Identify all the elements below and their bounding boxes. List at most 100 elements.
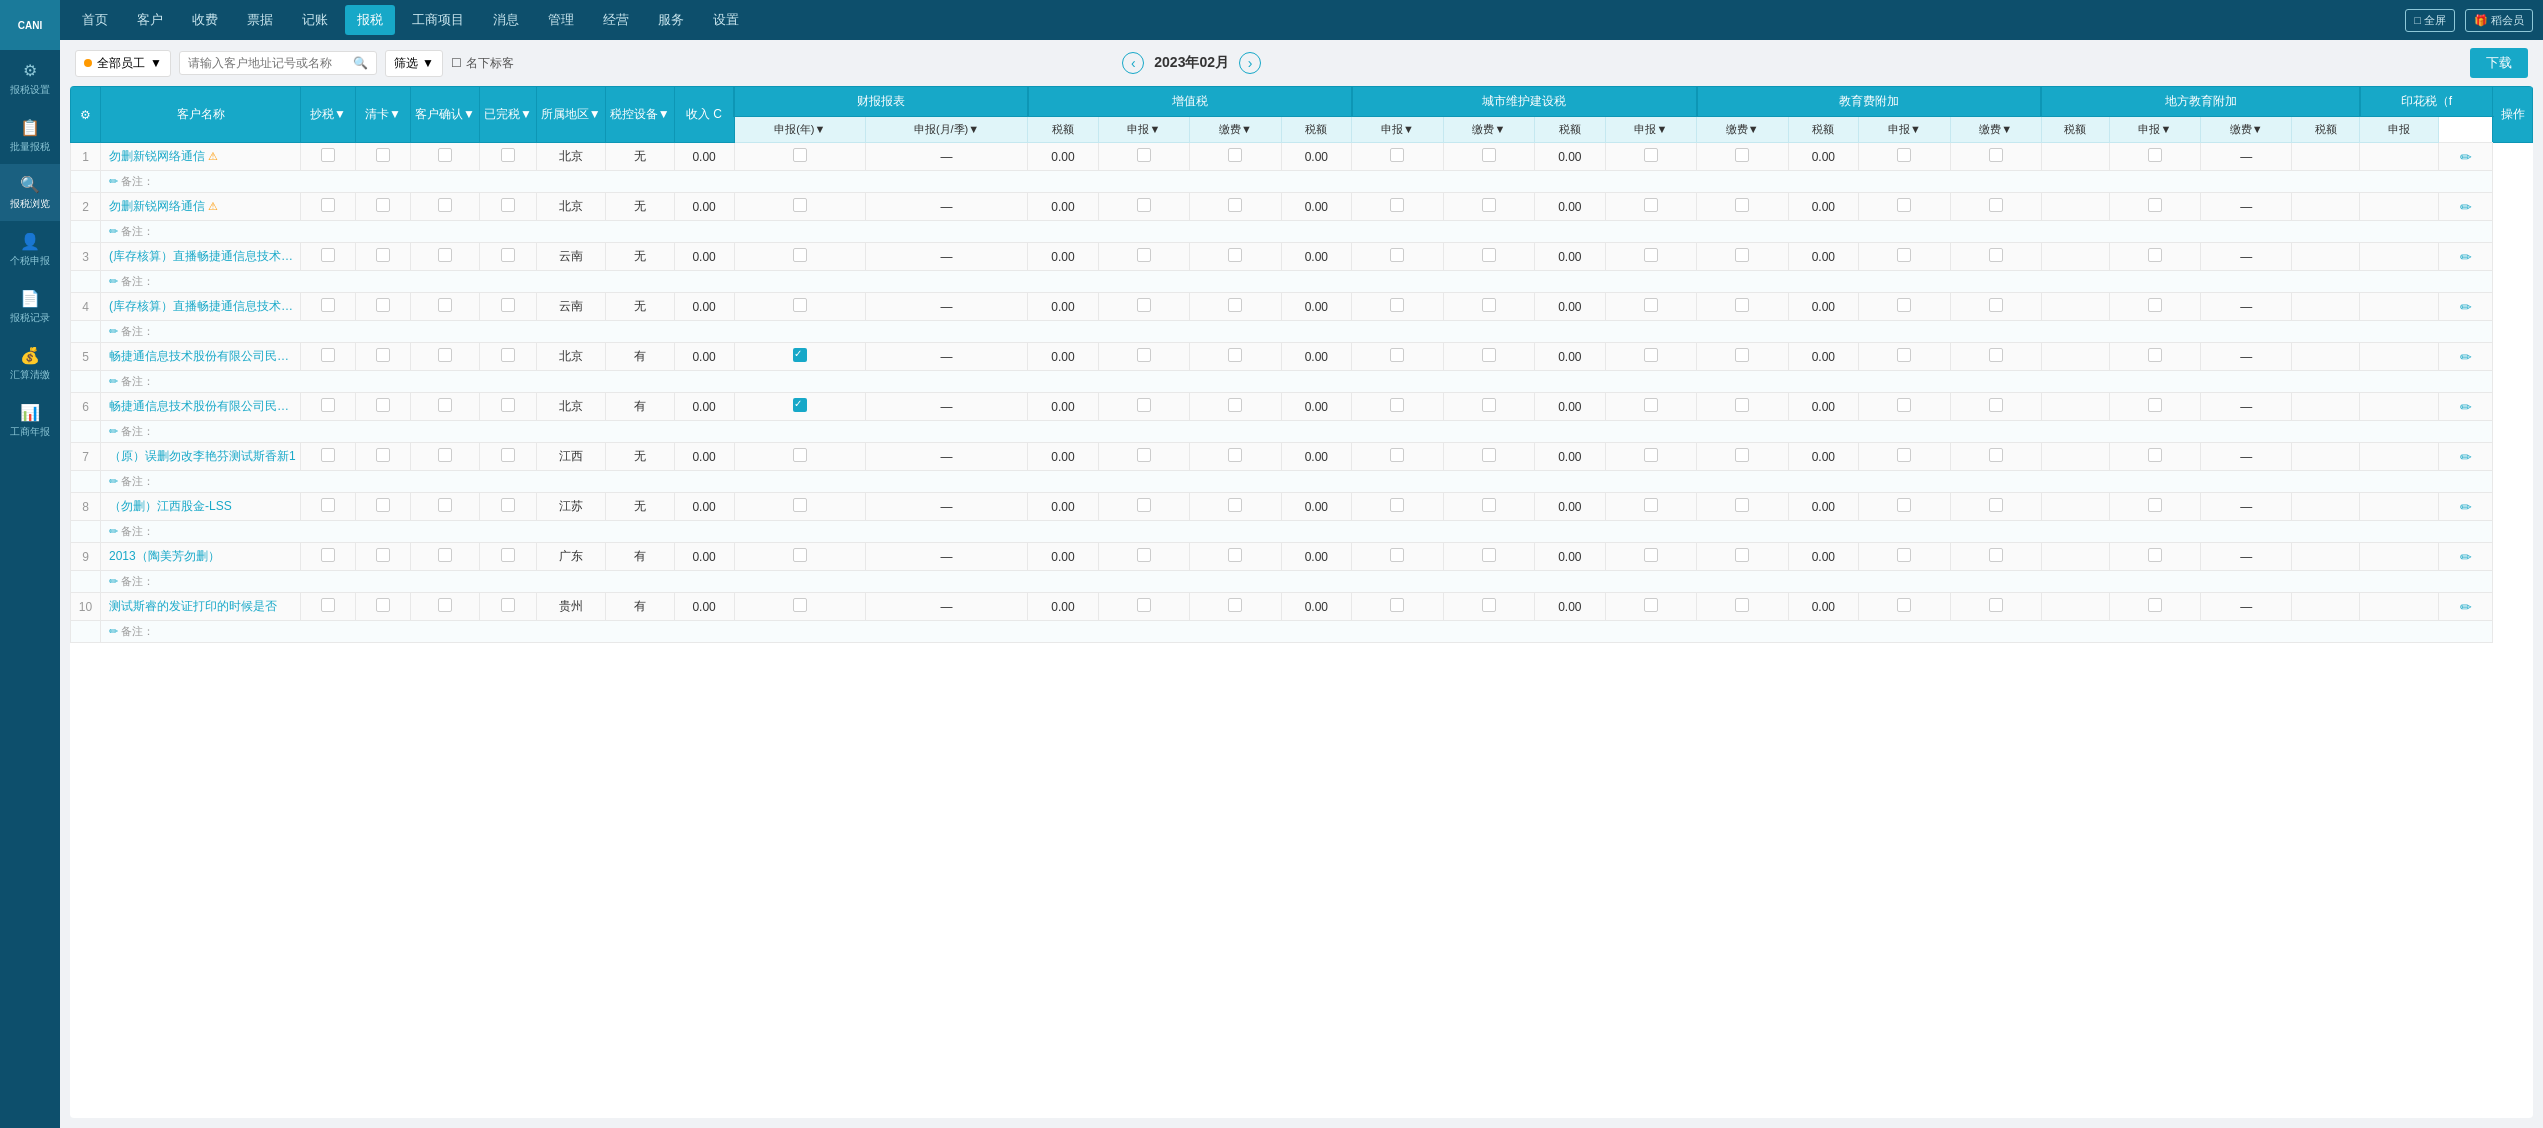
local-edu-fee-cell[interactable] xyxy=(1950,393,2041,421)
vat-declare-cell[interactable] xyxy=(1098,593,1189,621)
checkbox-unchecked-icon[interactable] xyxy=(2148,248,2162,262)
city-declare-cell[interactable] xyxy=(1352,543,1443,571)
edu-declare-cell[interactable] xyxy=(1605,393,1696,421)
edu-fee-cell[interactable] xyxy=(1697,243,1788,271)
fin-year-cell[interactable] xyxy=(734,593,865,621)
edu-fee-cell[interactable] xyxy=(1697,143,1788,171)
checkbox-unchecked-icon[interactable] xyxy=(1989,198,2003,212)
nav-home[interactable]: 首页 xyxy=(70,5,120,35)
checkbox-unchecked-icon[interactable] xyxy=(1228,498,1242,512)
edu-fee-cell[interactable] xyxy=(1697,443,1788,471)
sidebar-item-tax-view[interactable]: 🔍 报税浏览 xyxy=(0,164,60,221)
checkbox-unchecked-icon[interactable] xyxy=(1644,398,1658,412)
tax-copy-cell[interactable] xyxy=(301,143,356,171)
checkbox-unchecked-icon[interactable] xyxy=(793,198,807,212)
tax-copy-cell[interactable] xyxy=(301,343,356,371)
edu-fee-cell[interactable] xyxy=(1697,543,1788,571)
clear-card-cell[interactable] xyxy=(356,543,411,571)
tax-copy-cell[interactable] xyxy=(301,543,356,571)
checkbox-unchecked-icon[interactable] xyxy=(1644,198,1658,212)
clear-card-cell[interactable] xyxy=(356,493,411,521)
already-declare-cell[interactable] xyxy=(479,343,536,371)
vat-fee-cell[interactable] xyxy=(1190,193,1281,221)
checkbox-unchecked-icon[interactable] xyxy=(1228,548,1242,562)
edit-cell[interactable]: ✏ xyxy=(2439,293,2493,321)
checkbox-unchecked-icon[interactable] xyxy=(1897,348,1911,362)
nav-invoice[interactable]: 票据 xyxy=(235,5,285,35)
nav-settings[interactable]: 设置 xyxy=(701,5,751,35)
owner-confirm-cell[interactable] xyxy=(411,443,480,471)
remark-pencil-icon[interactable]: ✏ xyxy=(109,325,118,337)
already-declare-cell[interactable] xyxy=(479,393,536,421)
edu-declare-cell[interactable] xyxy=(1605,193,1696,221)
edu-fee-cell[interactable] xyxy=(1697,343,1788,371)
local-edu-fee-cell[interactable] xyxy=(1950,443,2041,471)
checkbox-unchecked-icon[interactable] xyxy=(1644,498,1658,512)
already-declare-cell[interactable] xyxy=(479,193,536,221)
checkbox-unchecked-icon[interactable] xyxy=(1137,248,1151,262)
checkbox-unchecked-icon[interactable] xyxy=(501,548,515,562)
owner-confirm-cell[interactable] xyxy=(411,593,480,621)
nav-revenue[interactable]: 收费 xyxy=(180,5,230,35)
checkbox-unchecked-icon[interactable] xyxy=(1228,348,1242,362)
fin-year-cell[interactable] xyxy=(734,193,865,221)
owner-confirm-cell[interactable] xyxy=(411,543,480,571)
checkbox-unchecked-icon[interactable] xyxy=(376,598,390,612)
checkbox-unchecked-icon[interactable] xyxy=(1137,448,1151,462)
checkbox-unchecked-icon[interactable] xyxy=(1735,548,1749,562)
checkbox-unchecked-icon[interactable] xyxy=(1897,248,1911,262)
checkbox-unchecked-icon[interactable] xyxy=(2148,148,2162,162)
checkbox-unchecked-icon[interactable] xyxy=(1989,248,2003,262)
filter-button[interactable]: 筛选 ▼ xyxy=(385,50,443,77)
checkbox-unchecked-icon[interactable] xyxy=(1644,148,1658,162)
vat-declare-cell[interactable] xyxy=(1098,443,1189,471)
edu-declare-cell[interactable] xyxy=(1605,593,1696,621)
checkbox-unchecked-icon[interactable] xyxy=(1228,298,1242,312)
member-btn[interactable]: 🎁 稻会员 xyxy=(2465,9,2533,32)
checkbox-unchecked-icon[interactable] xyxy=(2148,298,2162,312)
checkbox-unchecked-icon[interactable] xyxy=(1644,348,1658,362)
owner-confirm-cell[interactable] xyxy=(411,343,480,371)
checkbox-unchecked-icon[interactable] xyxy=(1228,448,1242,462)
checkbox-unchecked-icon[interactable] xyxy=(1897,598,1911,612)
prev-date-button[interactable]: ‹ xyxy=(1122,52,1144,74)
edit-icon[interactable]: ✏ xyxy=(2460,349,2472,365)
tax-copy-cell[interactable] xyxy=(301,393,356,421)
owner-confirm-cell[interactable] xyxy=(411,293,480,321)
checkbox-unchecked-icon[interactable] xyxy=(438,248,452,262)
checkbox-unchecked-icon[interactable] xyxy=(1137,298,1151,312)
checkbox-unchecked-icon[interactable] xyxy=(376,398,390,412)
checkbox-unchecked-icon[interactable] xyxy=(1390,298,1404,312)
edit-icon[interactable]: ✏ xyxy=(2460,249,2472,265)
city-declare-cell[interactable] xyxy=(1352,343,1443,371)
clear-card-cell[interactable] xyxy=(356,243,411,271)
checkbox-unchecked-icon[interactable] xyxy=(1735,348,1749,362)
checkbox-unchecked-icon[interactable] xyxy=(1989,348,2003,362)
remark-pencil-icon[interactable]: ✏ xyxy=(109,175,118,187)
checkbox-unchecked-icon[interactable] xyxy=(2148,198,2162,212)
city-fee-cell[interactable] xyxy=(1443,443,1534,471)
checkbox-unchecked-icon[interactable] xyxy=(2148,598,2162,612)
checkbox-unchecked-icon[interactable] xyxy=(1989,148,2003,162)
tax-copy-cell[interactable] xyxy=(301,243,356,271)
checkbox-unchecked-icon[interactable] xyxy=(501,398,515,412)
checkbox-unchecked-icon[interactable] xyxy=(1390,498,1404,512)
clear-card-cell[interactable] xyxy=(356,193,411,221)
checkbox-unchecked-icon[interactable] xyxy=(1897,148,1911,162)
already-declare-cell[interactable] xyxy=(479,593,536,621)
checkbox-unchecked-icon[interactable] xyxy=(1989,598,2003,612)
city-fee-cell[interactable] xyxy=(1443,343,1534,371)
vat-fee-cell[interactable] xyxy=(1190,243,1281,271)
checkbox-unchecked-icon[interactable] xyxy=(1137,348,1151,362)
local-edu-declare-cell[interactable] xyxy=(1859,443,1950,471)
checkbox-unchecked-icon[interactable] xyxy=(1482,148,1496,162)
checkbox-unchecked-icon[interactable] xyxy=(2148,398,2162,412)
edit-icon[interactable]: ✏ xyxy=(2460,499,2472,515)
checkbox-unchecked-icon[interactable] xyxy=(2148,348,2162,362)
local-edu-declare-cell[interactable] xyxy=(1859,543,1950,571)
checkbox-unchecked-icon[interactable] xyxy=(793,248,807,262)
edu-fee-cell[interactable] xyxy=(1697,193,1788,221)
edit-icon[interactable]: ✏ xyxy=(2460,599,2472,615)
edu-declare-cell[interactable] xyxy=(1605,343,1696,371)
owner-confirm-cell[interactable] xyxy=(411,493,480,521)
